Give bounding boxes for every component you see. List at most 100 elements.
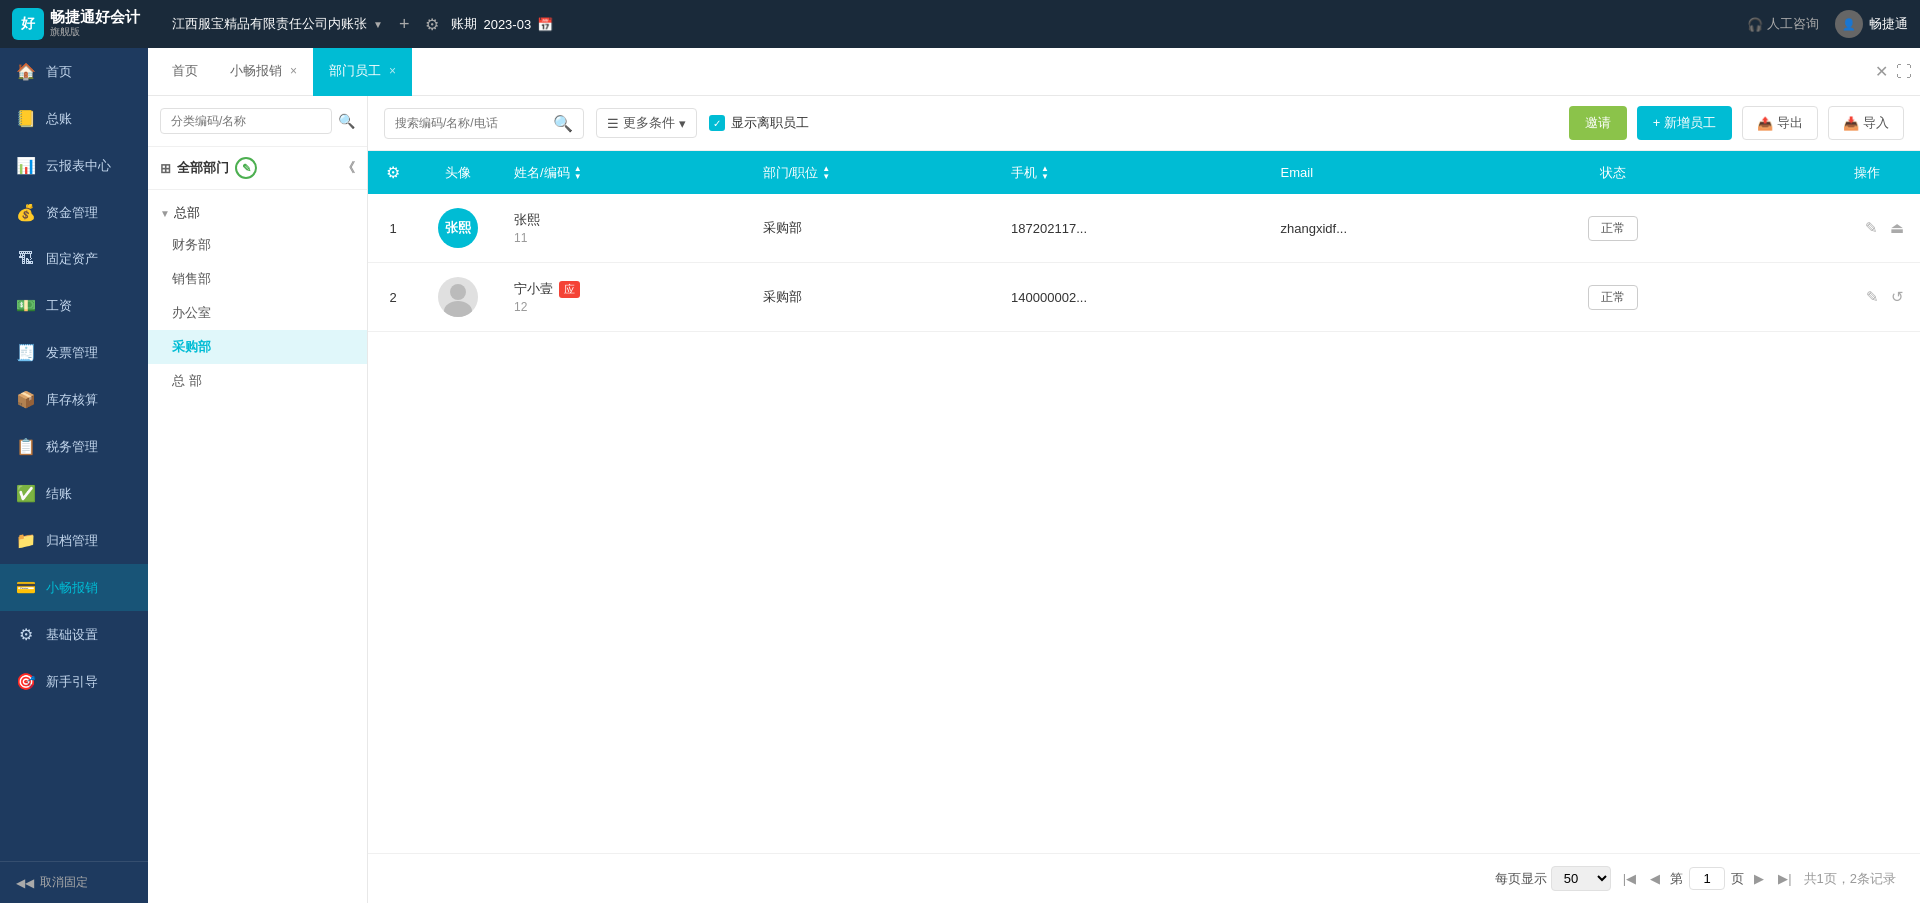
next-page-button[interactable]: ▶ bbox=[1750, 869, 1768, 888]
column-settings-icon[interactable]: ⚙ bbox=[386, 164, 400, 181]
row-email bbox=[1265, 263, 1511, 332]
show-left-toggle[interactable]: ✓ 显示离职员工 bbox=[709, 114, 809, 132]
employee-search-input[interactable] bbox=[395, 116, 547, 130]
dept-panel: 🔍 ⊞ 全部部门 ✎ 《 ▼ 总部 财务部 销售部 办公室 采购部 bbox=[148, 96, 368, 903]
export-button[interactable]: 📤 导出 bbox=[1742, 106, 1818, 140]
service-button[interactable]: 🎧 人工咨询 bbox=[1747, 15, 1819, 33]
logout-icon[interactable]: ⏏ bbox=[1890, 219, 1904, 237]
col-phone[interactable]: 手机 ▲▼ bbox=[995, 151, 1264, 194]
delete-icon[interactable]: ↺ bbox=[1891, 288, 1904, 306]
tab-bar: 首页 小畅报销 × 部门员工 × ✕ ⛶ bbox=[148, 48, 1920, 96]
row-index: 2 bbox=[368, 263, 418, 332]
logo-area: 好 畅捷通好会计 旗舰版 bbox=[12, 8, 160, 40]
close-icon[interactable]: × bbox=[389, 64, 396, 78]
user-area[interactable]: 👤 畅捷通 bbox=[1835, 10, 1908, 38]
first-page-button[interactable]: |◀ bbox=[1619, 869, 1640, 888]
sidebar-label: 基础设置 bbox=[46, 626, 98, 644]
assets-icon: 🏗 bbox=[16, 250, 36, 268]
sidebar-item-home[interactable]: 🏠 首页 bbox=[0, 48, 148, 95]
sidebar-label: 新手引导 bbox=[46, 673, 98, 691]
filter-button[interactable]: ☰ 更多条件 ▾ bbox=[596, 108, 697, 138]
tax-icon: 📋 bbox=[16, 437, 36, 456]
top-bar: 好 畅捷通好会计 旗舰版 江西服宝精品有限责任公司内账张 ▼ + ⚙ 账期 20… bbox=[0, 0, 1920, 48]
dept-root[interactable]: ▼ 总部 bbox=[148, 198, 367, 228]
page-label: 第 bbox=[1670, 870, 1683, 888]
period-label: 账期 bbox=[451, 15, 477, 33]
dept-item-finance[interactable]: 财务部 bbox=[148, 228, 367, 262]
row-index: 1 bbox=[368, 194, 418, 263]
ledger-icon: 📒 bbox=[16, 109, 36, 128]
sidebar-item-invoice[interactable]: 🧾 发票管理 bbox=[0, 329, 148, 376]
sidebar-item-reports[interactable]: 📊 云报表中心 bbox=[0, 142, 148, 189]
row-dept: 采购部 bbox=[747, 194, 996, 263]
sidebar-item-archive[interactable]: 📁 归档管理 bbox=[0, 517, 148, 564]
sidebar-label: 固定资产 bbox=[46, 250, 98, 268]
tab-home[interactable]: 首页 bbox=[156, 48, 214, 96]
invoice-icon: 🧾 bbox=[16, 343, 36, 362]
sidebar-item-assets[interactable]: 🏗 固定资产 bbox=[0, 236, 148, 282]
sidebar-item-settings[interactable]: ⚙ 基础设置 bbox=[0, 611, 148, 658]
calendar-icon[interactable]: 📅 bbox=[537, 17, 553, 32]
sidebar-item-expense[interactable]: 💳 小畅报销 bbox=[0, 564, 148, 611]
row-name-code: 张熙 11 bbox=[498, 194, 747, 263]
import-button[interactable]: 📥 导入 bbox=[1828, 106, 1904, 140]
row-name-code: 宁小壹 应 12 bbox=[498, 263, 747, 332]
add-company-button[interactable]: + bbox=[399, 14, 410, 35]
sidebar-label: 云报表中心 bbox=[46, 157, 111, 175]
sidebar-item-ledger[interactable]: 📒 总账 bbox=[0, 95, 148, 142]
page-input[interactable] bbox=[1689, 867, 1725, 890]
search-icon[interactable]: 🔍 bbox=[553, 114, 573, 133]
col-email: Email bbox=[1265, 151, 1511, 194]
search-icon[interactable]: 🔍 bbox=[338, 113, 355, 129]
sidebar-item-funds[interactable]: 💰 资金管理 bbox=[0, 189, 148, 236]
per-page-select[interactable]: 50 100 bbox=[1551, 866, 1611, 891]
sidebar-item-tax[interactable]: 📋 税务管理 bbox=[0, 423, 148, 470]
archive-icon: 📁 bbox=[16, 531, 36, 550]
row-phone: 140000002... bbox=[995, 263, 1264, 332]
table-row: 1 张熙 张熙 11 bbox=[368, 194, 1920, 263]
collapse-icon[interactable]: 《 bbox=[342, 159, 355, 177]
settings-icon[interactable]: ⚙ bbox=[425, 15, 439, 34]
dept-item-purchase[interactable]: 采购部 bbox=[148, 330, 367, 364]
show-left-label: 显示离职员工 bbox=[731, 114, 809, 132]
employee-search-field[interactable]: 🔍 bbox=[384, 108, 584, 139]
col-name[interactable]: 姓名/编码 ▲▼ bbox=[498, 151, 747, 194]
dept-header: ⊞ 全部部门 ✎ 《 bbox=[148, 147, 367, 190]
sidebar-item-checkout[interactable]: ✅ 结账 bbox=[0, 470, 148, 517]
row-email: zhangxidf... bbox=[1265, 194, 1511, 263]
headset-icon: 🎧 bbox=[1747, 17, 1763, 32]
dept-search-box: 🔍 bbox=[148, 96, 367, 147]
sidebar-item-payroll[interactable]: 💵 工资 bbox=[0, 282, 148, 329]
tab-expense[interactable]: 小畅报销 × bbox=[214, 48, 313, 96]
edit-icon[interactable]: ✎ bbox=[1866, 288, 1879, 306]
row-actions: ✎ ↺ bbox=[1715, 263, 1920, 332]
sidebar-item-inventory[interactable]: 📦 库存核算 bbox=[0, 376, 148, 423]
col-avatar: 头像 bbox=[418, 151, 498, 194]
sidebar-label: 首页 bbox=[46, 63, 72, 81]
page-size-selector: 每页显示 50 100 bbox=[1495, 866, 1611, 891]
expand-icon[interactable]: ⛶ bbox=[1896, 63, 1912, 81]
col-status: 状态 bbox=[1510, 151, 1715, 194]
invite-button[interactable]: 邀请 bbox=[1569, 106, 1627, 140]
logo-sub: 旗舰版 bbox=[50, 25, 140, 39]
company-selector[interactable]: 江西服宝精品有限责任公司内账张 ▼ bbox=[172, 15, 383, 33]
close-all-icon[interactable]: ✕ bbox=[1875, 62, 1888, 81]
dept-search-input[interactable] bbox=[160, 108, 332, 134]
last-page-button[interactable]: ▶| bbox=[1774, 869, 1795, 888]
period-value: 2023-03 bbox=[483, 17, 531, 32]
reports-icon: 📊 bbox=[16, 156, 36, 175]
close-icon[interactable]: × bbox=[290, 64, 297, 78]
col-dept[interactable]: 部门/职位 ▲▼ bbox=[747, 151, 996, 194]
pin-toggle[interactable]: ◀◀ 取消固定 bbox=[0, 861, 148, 903]
logo-text: 畅捷通好会计 bbox=[50, 9, 140, 26]
dept-item-general[interactable]: 总 部 bbox=[148, 364, 367, 398]
sidebar-item-guide[interactable]: 🎯 新手引导 bbox=[0, 658, 148, 705]
edit-icon[interactable]: ✎ bbox=[1865, 219, 1878, 237]
prev-page-button[interactable]: ◀ bbox=[1646, 869, 1664, 888]
dept-item-sales[interactable]: 销售部 bbox=[148, 262, 367, 296]
edit-dept-button[interactable]: ✎ bbox=[235, 157, 257, 179]
tab-employee[interactable]: 部门员工 × bbox=[313, 48, 412, 96]
dept-item-office[interactable]: 办公室 bbox=[148, 296, 367, 330]
add-employee-button[interactable]: + 新增员工 bbox=[1637, 106, 1732, 140]
expense-icon: 💳 bbox=[16, 578, 36, 597]
